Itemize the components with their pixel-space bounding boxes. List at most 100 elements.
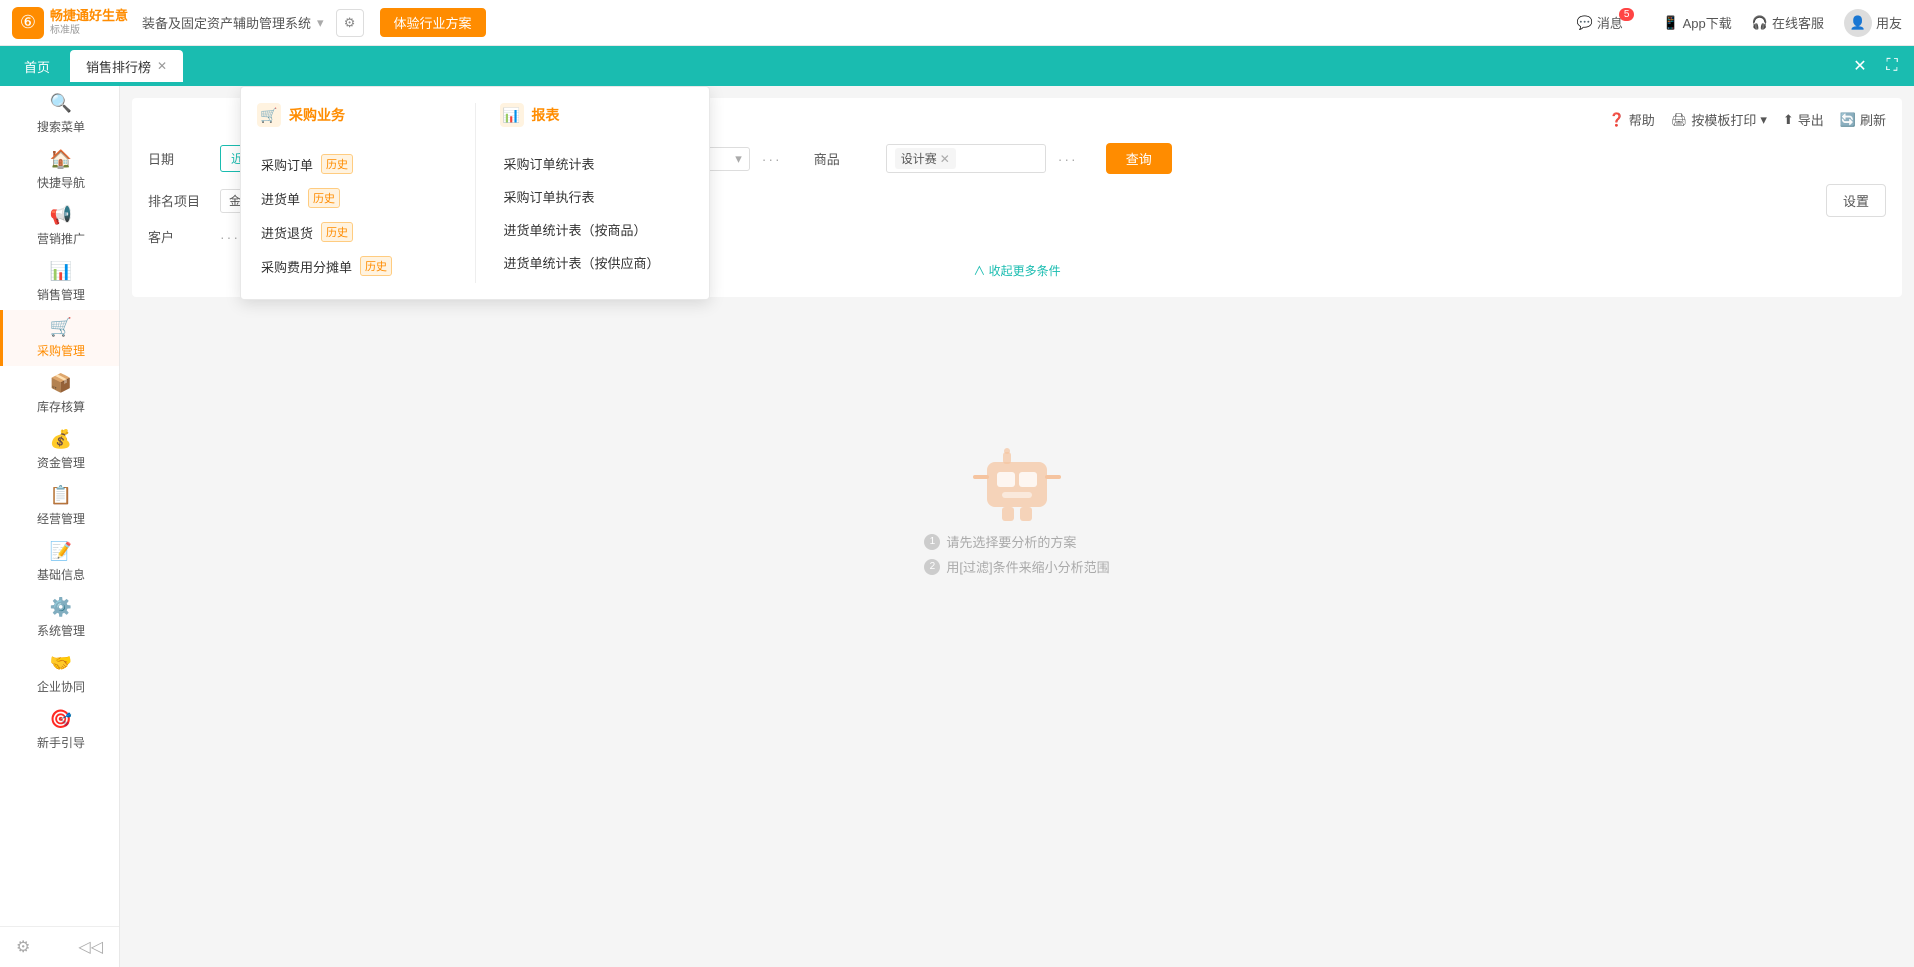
logo-icon: ⑥ xyxy=(12,7,44,39)
settings-bottom-icon[interactable]: ⚙ xyxy=(16,937,30,957)
basic-icon: 📝 xyxy=(50,541,72,562)
system-title-chevron-icon[interactable]: ▾ xyxy=(317,15,324,31)
sidebar-bottom: ⚙ ◁◁ xyxy=(0,926,119,967)
message-icon: 💬 xyxy=(1577,15,1593,31)
goods-input[interactable]: 设计赛 ✕ xyxy=(886,144,1046,173)
dropdown-report-title: 📊 报表 xyxy=(500,103,694,135)
settings-button[interactable]: 设置 xyxy=(1826,184,1886,217)
customer-label: 客户 xyxy=(148,227,208,246)
empty-state-illustration xyxy=(967,442,1067,522)
maximize-icon[interactable]: ⛶ xyxy=(1878,52,1906,80)
history-badge-1[interactable]: 历史 xyxy=(308,188,340,208)
refresh-icon: 🔄 xyxy=(1840,112,1856,128)
tab-home[interactable]: 首页 xyxy=(8,50,66,82)
header-right: 💬 消息 5 📱 App下载 🎧 在线客服 👤 用友 xyxy=(1577,9,1902,37)
dropdown-item-purchase-order-stat[interactable]: 采购订单统计表 xyxy=(500,147,694,180)
goods-label: 商品 xyxy=(814,149,874,168)
dropdown-purchase-col: 🛒 采购业务 采购订单 历史 进货单 历史 进货退货 历史 采购费用分摊单 xyxy=(257,103,451,283)
sidebar-item-operations[interactable]: 📋 经营管理 xyxy=(0,478,119,534)
sidebar-item-marketing[interactable]: 📢 营销推广 xyxy=(0,198,119,254)
empty-hint-1: 1 请先选择要分析的方案 xyxy=(924,532,1109,551)
empty-state: 1 请先选择要分析的方案 2 用[过滤]条件来缩小分析范围 xyxy=(120,309,1914,709)
messages-item[interactable]: 💬 消息 5 xyxy=(1577,13,1643,32)
messages-badge: 5 xyxy=(1619,8,1635,21)
history-badge-0[interactable]: 历史 xyxy=(321,154,353,174)
dropdown-item-incoming-stat-supplier[interactable]: 进货单统计表（按供应商） xyxy=(500,246,694,279)
sidebar-item-guide[interactable]: 🎯 新手引导 xyxy=(0,702,119,758)
dropdown-item-purchase-order[interactable]: 采购订单 历史 xyxy=(257,147,451,181)
headset-icon: 🎧 xyxy=(1752,15,1768,31)
system-icon: ⚙️ xyxy=(50,597,72,618)
marketing-icon: 📢 xyxy=(50,205,72,226)
dropdown-item-expense[interactable]: 采购费用分摊单 历史 xyxy=(257,249,451,283)
customer-more[interactable]: ··· xyxy=(220,229,240,245)
guide-icon: 🎯 xyxy=(50,709,72,730)
help-button[interactable]: ❓ 帮助 xyxy=(1609,110,1655,129)
top-header: ⑥ 畅捷通好生意 标准版 装备及固定资产辅助管理系统 ▾ ⚙ 体验行业方案 💬 … xyxy=(0,0,1914,46)
export-button[interactable]: ⬆ 导出 xyxy=(1783,110,1824,129)
system-title: 装备及固定资产辅助管理系统 xyxy=(142,13,311,32)
dropdown-item-return[interactable]: 进货退货 历史 xyxy=(257,215,451,249)
sidebar-item-search[interactable]: 🔍 搜索菜单 xyxy=(0,86,119,142)
phone-icon: 📱 xyxy=(1662,15,1678,31)
date-label: 日期 xyxy=(148,149,208,168)
goods-more[interactable]: ··· xyxy=(1058,151,1078,167)
dropdown-purchase-title: 🛒 采购业务 xyxy=(257,103,451,135)
history-badge-2[interactable]: 历史 xyxy=(321,222,353,242)
dropdown-report-col: 📊 报表 采购订单统计表 采购订单执行表 进货单统计表（按商品） 进货单统计表（… xyxy=(500,103,694,283)
dropdown-divider xyxy=(475,103,476,283)
refresh-button[interactable]: 🔄 刷新 xyxy=(1840,110,1886,129)
print-icon: 🖨 xyxy=(1671,112,1688,128)
print-button[interactable]: 🖨 按模板打印 ▾ xyxy=(1671,110,1767,129)
settings-gear-button[interactable]: ⚙ xyxy=(336,9,364,37)
tab-close-icon[interactable]: ✕ xyxy=(157,59,167,73)
collapse-up-icon: ∧ xyxy=(973,264,985,278)
dropdown-item-incoming-stat-goods[interactable]: 进货单统计表（按商品） xyxy=(500,213,694,246)
enterprise-icon: 🤝 xyxy=(50,653,72,674)
dropdown-menu: 🛒 采购业务 采购订单 历史 进货单 历史 进货退货 历史 采购费用分摊单 xyxy=(240,86,710,300)
system-title-area: 装备及固定资产辅助管理系统 ▾ ⚙ 体验行业方案 xyxy=(142,8,486,37)
logo-area: ⑥ 畅捷通好生意 标准版 xyxy=(12,7,132,39)
user-item[interactable]: 👤 用友 xyxy=(1844,9,1902,37)
print-chevron-icon: ▾ xyxy=(1760,112,1767,128)
home-icon: 🏠 xyxy=(50,149,72,170)
collapse-sidebar-icon[interactable]: ◁◁ xyxy=(78,937,103,957)
tab-sales-ranking[interactable]: 销售排行榜 ✕ xyxy=(70,50,183,82)
logo-text: 畅捷通好生意 标准版 xyxy=(50,8,128,38)
voucher-status-more[interactable]: ··· xyxy=(762,151,782,167)
sidebar-item-enterprise[interactable]: 🤝 企业协同 xyxy=(0,646,119,702)
inventory-icon: 📦 xyxy=(50,373,72,394)
industry-btn[interactable]: 体验行业方案 xyxy=(380,8,486,37)
dropdown-item-purchase-order-exec[interactable]: 采购订单执行表 xyxy=(500,180,694,213)
sidebar-item-quicknav[interactable]: 🏠 快捷导航 xyxy=(0,142,119,198)
goods-tag-close-icon[interactable]: ✕ xyxy=(940,152,950,166)
main-layout: 🔍 搜索菜单 🏠 快捷导航 📢 营销推广 📊 销售管理 🛒 采购管理 📦 库存核… xyxy=(0,86,1914,967)
sidebar-item-funds[interactable]: 💰 资金管理 xyxy=(0,422,119,478)
content-area: ❓ 帮助 🖨 按模板打印 ▾ ⬆ 导出 🔄 刷新 xyxy=(120,86,1914,967)
online-service-item[interactable]: 🎧 在线客服 xyxy=(1752,13,1824,32)
sidebar-item-system[interactable]: ⚙️ 系统管理 xyxy=(0,590,119,646)
search-icon: 🔍 xyxy=(50,93,72,114)
dropdown-item-incoming[interactable]: 进货单 历史 xyxy=(257,181,451,215)
funds-icon: 💰 xyxy=(50,429,72,450)
sidebar-item-basic[interactable]: 📝 基础信息 xyxy=(0,534,119,590)
empty-hint-2: 2 用[过滤]条件来缩小分析范围 xyxy=(924,557,1109,576)
sidebar-item-sales[interactable]: 📊 销售管理 xyxy=(0,254,119,310)
sidebar-item-purchase[interactable]: 🛒 采购管理 xyxy=(0,310,119,366)
close-window-icon[interactable]: ✕ xyxy=(1846,52,1874,80)
tabs-bar: 首页 销售排行榜 ✕ ✕ ⛶ xyxy=(0,46,1914,86)
history-badge-3[interactable]: 历史 xyxy=(360,256,392,276)
tabs-bar-right: ✕ ⛶ xyxy=(1846,52,1906,80)
purchase-icon: 🛒 xyxy=(50,317,72,338)
sales-icon: 📊 xyxy=(50,261,72,282)
purchase-col-icon: 🛒 xyxy=(257,103,281,127)
sidebar-item-inventory[interactable]: 📦 库存核算 xyxy=(0,366,119,422)
toolbar-right: ❓ 帮助 🖨 按模板打印 ▾ ⬆ 导出 🔄 刷新 xyxy=(1609,110,1886,129)
app-download-item[interactable]: 📱 App下载 xyxy=(1662,13,1731,32)
query-button[interactable]: 查询 xyxy=(1106,143,1172,174)
export-icon: ⬆ xyxy=(1783,112,1794,128)
empty-hints: 1 请先选择要分析的方案 2 用[过滤]条件来缩小分析范围 xyxy=(924,532,1109,576)
help-icon: ❓ xyxy=(1609,112,1625,128)
goods-tag: 设计赛 ✕ xyxy=(895,148,956,169)
avatar: 👤 xyxy=(1844,9,1872,37)
